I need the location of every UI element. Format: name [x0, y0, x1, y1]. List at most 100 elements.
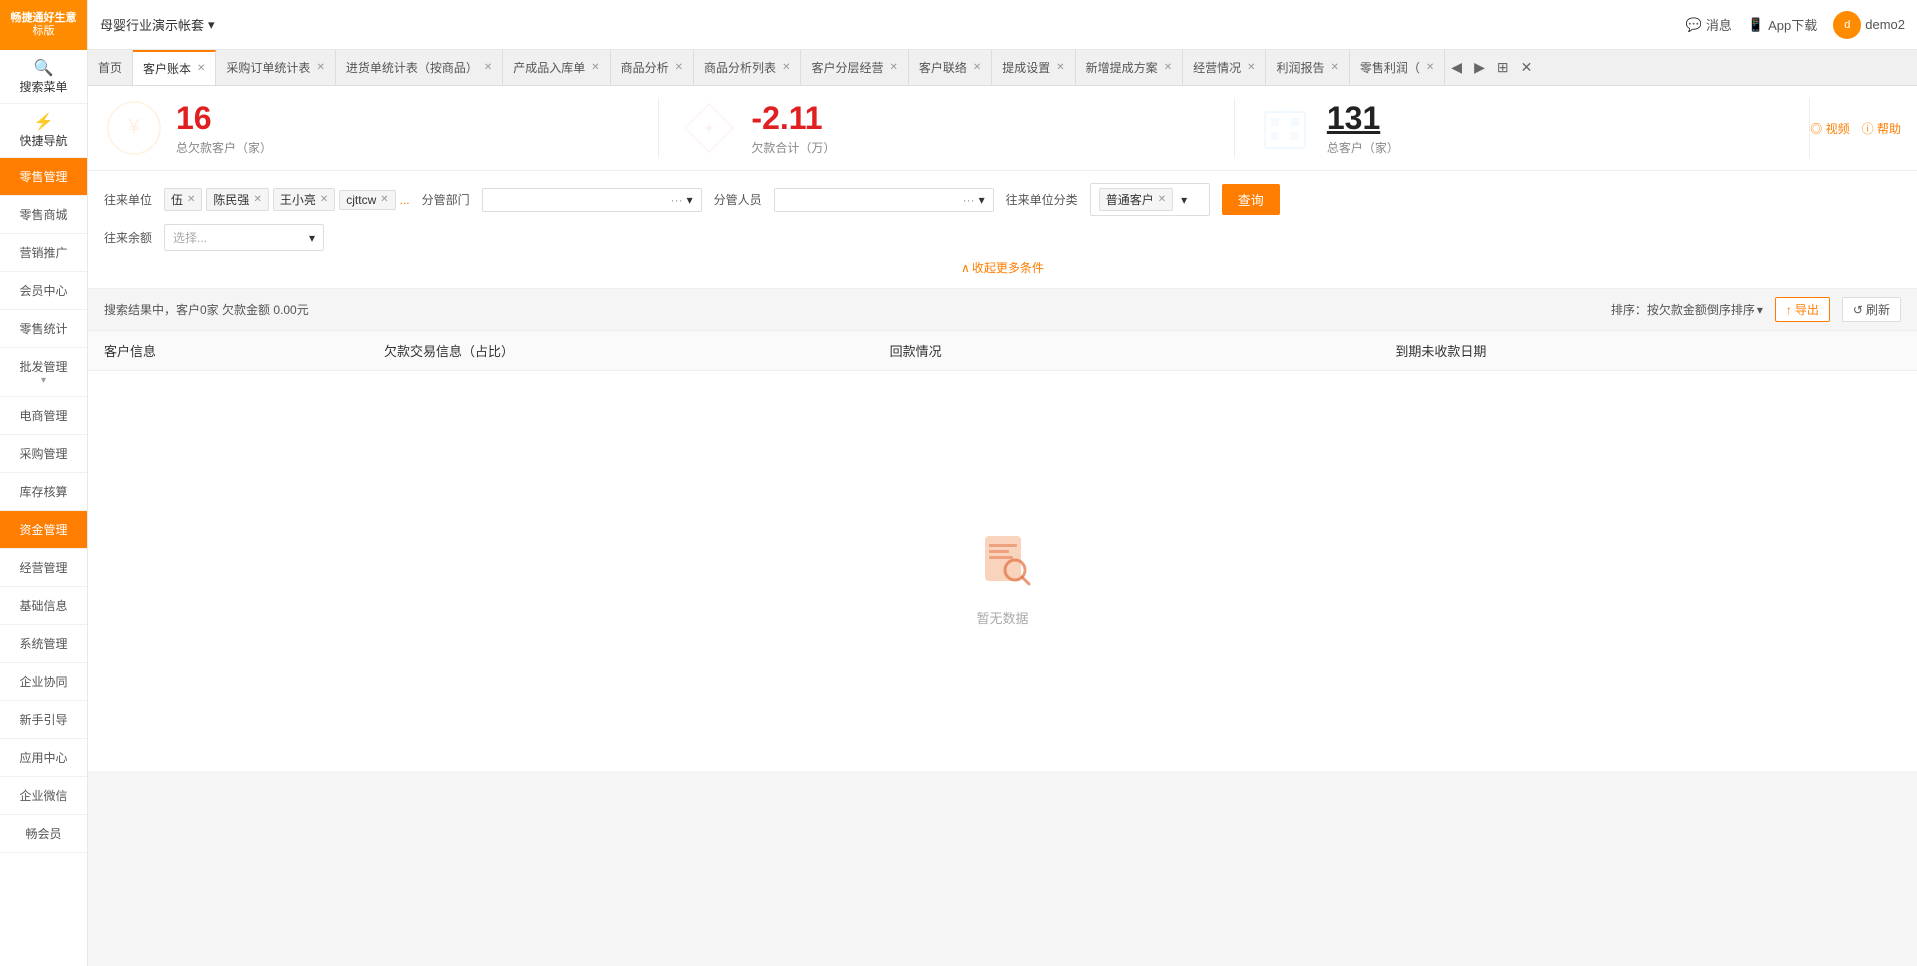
sidebar-item-ecom-mgmt[interactable]: 电商管理 [0, 397, 87, 435]
tab-profit-report[interactable]: 利润报告 ✕ [1266, 50, 1349, 85]
collapse-row: ∧ 收起更多条件 [104, 259, 1901, 276]
tab-customer-contact-close[interactable]: ✕ [973, 62, 981, 73]
filter-tag-cjttcw[interactable]: cjttcw ✕ [339, 190, 395, 210]
collapse-btn[interactable]: ∧ 收起更多条件 [961, 259, 1044, 276]
sidebar-item-marketing[interactable]: 营销推广 [0, 234, 87, 272]
refresh-btn[interactable]: ↺ 刷新 [1842, 297, 1901, 322]
tab-product-analysis-list-label: 商品分析列表 [704, 59, 776, 76]
sort-chevron-icon: ▾ [1757, 303, 1763, 317]
sidebar-item-quick-nav[interactable]: ⚡ 快捷导航 [0, 104, 87, 158]
filter-tag-wu-close[interactable]: ✕ [187, 194, 195, 205]
sidebar-item-purchase-mgmt[interactable]: 采购管理 [0, 435, 87, 473]
col-due-date: 到期未收款日期 [1395, 341, 1901, 360]
inventory-label: 库存核算 [4, 483, 83, 500]
app-download-btn[interactable]: 📱 App下载 [1748, 15, 1817, 34]
filter-tag-chen-close[interactable]: ✕ [253, 194, 261, 205]
person-more-icon: ··· [963, 193, 975, 207]
tab-customer-tier[interactable]: 客户分层经营 ✕ [801, 50, 908, 85]
tab-inbound-stats-close[interactable]: ✕ [484, 62, 492, 73]
tab-product-analysis-list[interactable]: 商品分析列表 ✕ [694, 50, 801, 85]
wholesale-label: 批发管理 [4, 358, 83, 375]
sidebar-item-corp-wechat[interactable]: 企业微信 [0, 777, 87, 815]
sidebar-item-search-menu[interactable]: 🔍 搜索菜单 [0, 50, 87, 104]
purchase-label: 采购管理 [4, 445, 83, 462]
user-profile-btn[interactable]: d demo2 [1833, 11, 1905, 39]
unit-type-select[interactable]: 普通客户 ✕ ▾ [1090, 183, 1210, 216]
tab-customer-contact[interactable]: 客户联络 ✕ [909, 50, 992, 85]
tab-product-inbound[interactable]: 产成品入库单 ✕ [503, 50, 610, 85]
tab-product-inbound-label: 产成品入库单 [513, 59, 585, 76]
sidebar-item-corp-collab[interactable]: 企业协同 [0, 663, 87, 701]
member-label: 会员中心 [4, 282, 83, 299]
search-result-actions: 排序：按欠款金额倒序排序 ▾ ↑ 导出 ↺ 刷新 [1611, 297, 1901, 322]
sidebar-item-vip[interactable]: 畅会员 [0, 815, 87, 853]
sidebar-item-retail-stats[interactable]: 零售统计 [0, 310, 87, 348]
tab-purchase-orders[interactable]: 采购订单统计表 ✕ [216, 50, 335, 85]
tab-expand-btn[interactable]: ⊞ [1491, 50, 1515, 85]
export-btn[interactable]: ↑ 导出 [1775, 297, 1830, 322]
filter-tag-wu[interactable]: 伍 ✕ [164, 188, 202, 211]
sidebar-item-retail-mall[interactable]: 零售商城 [0, 196, 87, 234]
tab-promo-settings[interactable]: 提成设置 ✕ [992, 50, 1075, 85]
tab-biz-status-close[interactable]: ✕ [1247, 62, 1255, 73]
sidebar-item-basic-info[interactable]: 基础信息 [0, 587, 87, 625]
tab-customer-tier-close[interactable]: ✕ [889, 62, 897, 73]
filter-tag-wang[interactable]: 王小亮 ✕ [273, 188, 335, 211]
sidebar-item-member-center[interactable]: 会员中心 [0, 272, 87, 310]
sidebar-item-wholesale-mgmt[interactable]: 批发管理 ▾ [0, 348, 87, 397]
filter-area: 往来单位 伍 ✕ 陈民强 ✕ 王小亮 ✕ cjttcw [88, 171, 1917, 289]
filter-tag-chen[interactable]: 陈民强 ✕ [206, 188, 268, 211]
message-btn[interactable]: 💬 消息 [1686, 15, 1732, 34]
tab-purchase-orders-close[interactable]: ✕ [316, 62, 324, 73]
video-btn[interactable]: ◎ 视频 [1810, 120, 1849, 137]
filter-tag-wang-close[interactable]: ✕ [320, 194, 328, 205]
sidebar-item-ops-mgmt[interactable]: 经营管理 [0, 549, 87, 587]
tab-close-all-btn[interactable]: ✕ [1515, 50, 1539, 85]
tab-retail-profit[interactable]: 零售利润（ ✕ [1350, 50, 1445, 85]
tab-promo-settings-close[interactable]: ✕ [1056, 62, 1064, 73]
unit-filter-tags: 伍 ✕ 陈民强 ✕ 王小亮 ✕ cjttcw ✕ ... [164, 188, 410, 211]
tab-next-btn[interactable]: ▶ [1468, 50, 1491, 85]
tab-biz-status[interactable]: 经营情况 ✕ [1183, 50, 1266, 85]
sidebar-item-sys-mgmt[interactable]: 系统管理 [0, 625, 87, 663]
tab-accounts-receivable-close[interactable]: ✕ [197, 63, 205, 74]
tab-product-inbound-close[interactable]: ✕ [591, 62, 599, 73]
tab-prev-btn[interactable]: ◀ [1445, 50, 1468, 85]
tab-product-analysis-list-close[interactable]: ✕ [782, 62, 790, 73]
person-filter-select[interactable]: ··· ▾ [774, 188, 994, 212]
sidebar-item-new-guide[interactable]: 新手引导 [0, 701, 87, 739]
tab-new-achievement-close[interactable]: ✕ [1164, 62, 1172, 73]
unit-type-tag[interactable]: 普通客户 ✕ [1099, 188, 1173, 211]
sidebar-item-inventory[interactable]: 库存核算 [0, 473, 87, 511]
refresh-icon: ↺ [1853, 303, 1863, 317]
unit-type-tag-close[interactable]: ✕ [1158, 194, 1166, 205]
retail-mgmt-label: 零售管理 [4, 168, 83, 185]
help-btn[interactable]: ⓘ 帮助 [1862, 120, 1901, 137]
tab-inbound-stats[interactable]: 进货单统计表（按商品） ✕ [336, 50, 503, 85]
tab-retail-profit-close[interactable]: ✕ [1426, 62, 1434, 73]
tab-product-analysis[interactable]: 商品分析 ✕ [611, 50, 694, 85]
filter-tag-cjttcw-close[interactable]: ✕ [380, 194, 388, 205]
app-download-label: App下载 [1768, 15, 1817, 34]
query-btn[interactable]: 查询 [1222, 184, 1280, 215]
stat-customers-value: 131 [1327, 100, 1399, 137]
search-result-text: 搜索结果中，客户0家 欠款金额 0.00元 [104, 301, 309, 318]
unit-filter-label: 往来单位 [104, 191, 152, 208]
tab-product-analysis-label: 商品分析 [621, 59, 669, 76]
sort-btn[interactable]: 排序：按欠款金额倒序排序 ▾ [1611, 301, 1763, 318]
sort-label: 排序：按欠款金额倒序排序 [1611, 301, 1755, 318]
sidebar-item-retail-mgmt[interactable]: 零售管理 [0, 158, 87, 196]
tab-home[interactable]: 首页 [88, 50, 133, 85]
account-dropdown[interactable]: 母婴行业演示帐套 ▾ [100, 15, 215, 34]
tab-accounts-receivable[interactable]: 客户账本 ✕ [133, 50, 216, 85]
tab-profit-report-close[interactable]: ✕ [1331, 62, 1339, 73]
tab-new-achievement[interactable]: 新增提成方案 ✕ [1076, 50, 1183, 85]
sidebar-item-finance-mgmt[interactable]: 资金管理 [0, 511, 87, 549]
sidebar-logo: 畅捷通好生意 标版 [0, 0, 87, 50]
sidebar-item-app-center[interactable]: 应用中心 [0, 739, 87, 777]
tab-product-analysis-close[interactable]: ✕ [675, 62, 683, 73]
tab-accounts-receivable-label: 客户账本 [143, 60, 191, 77]
dept-filter-select[interactable]: ··· ▾ [482, 188, 702, 212]
filter-more-btn[interactable]: ... [400, 193, 410, 207]
balance-filter-select[interactable]: 选择... ▾ [164, 224, 324, 251]
